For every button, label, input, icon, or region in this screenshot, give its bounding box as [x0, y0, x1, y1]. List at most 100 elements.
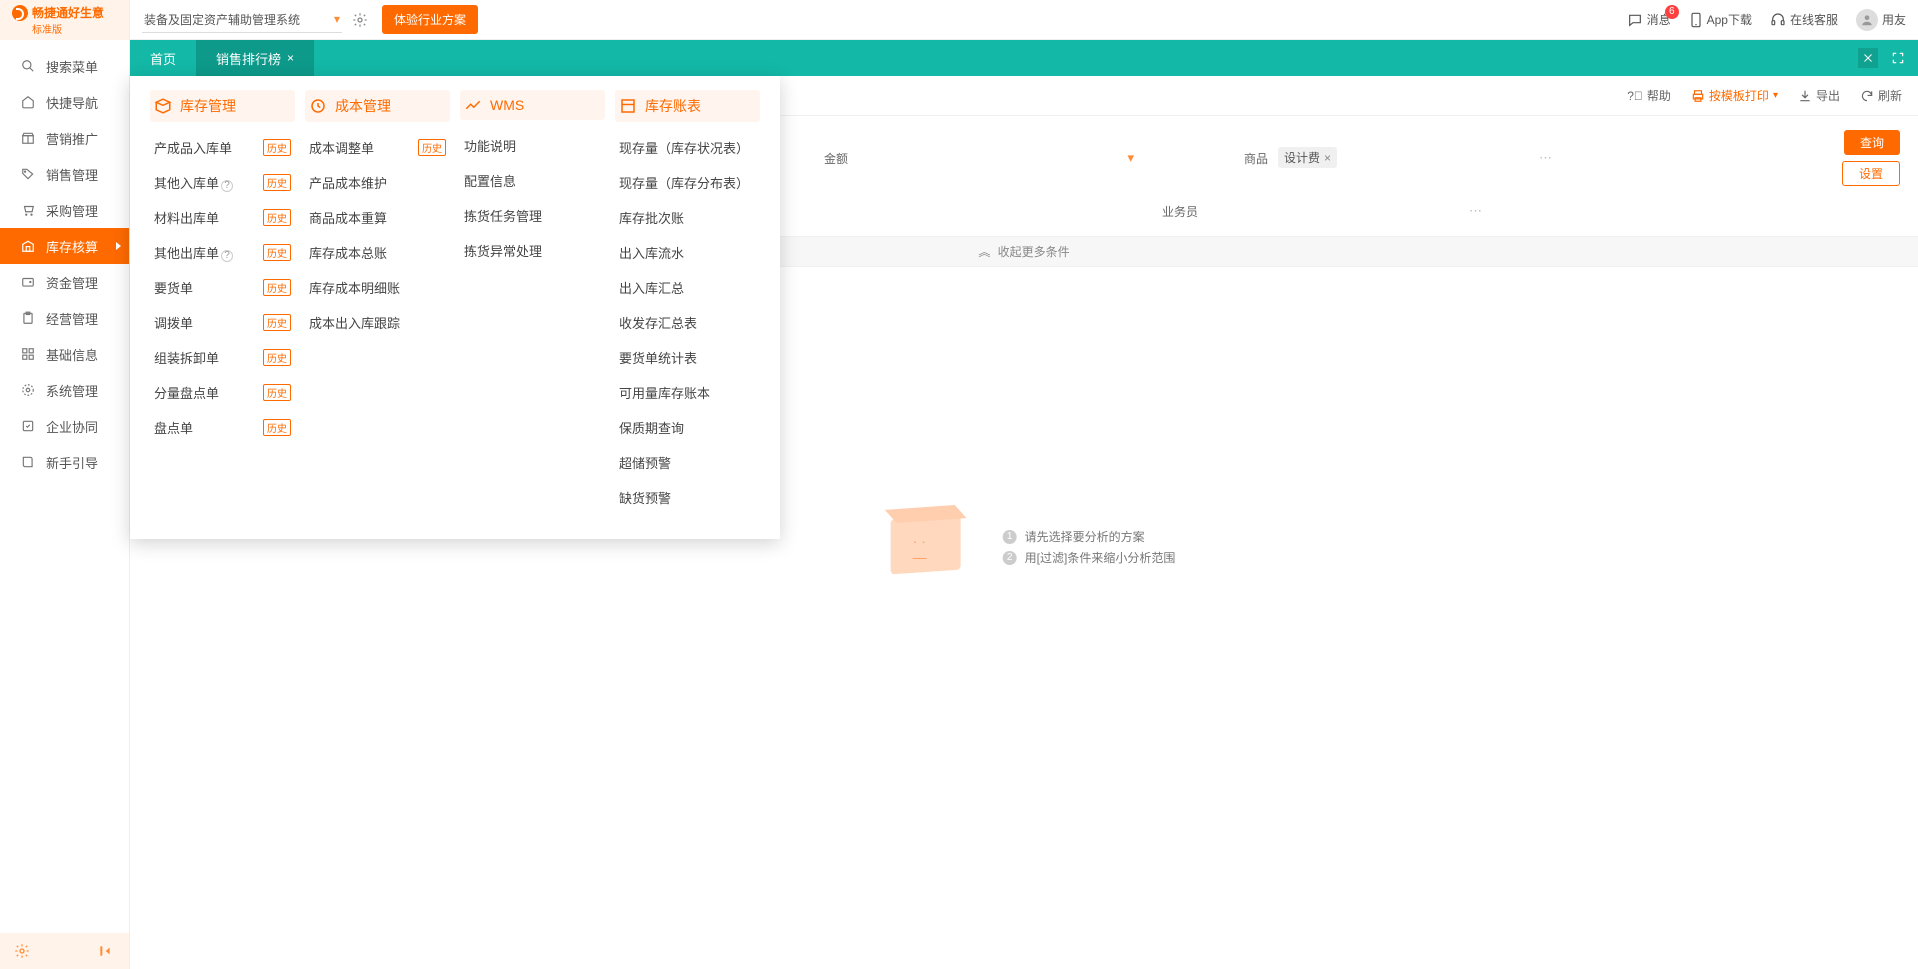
sidebar-collapse-icon[interactable]: [99, 945, 115, 957]
column-icon: [464, 96, 482, 114]
megamenu-item-label: 要货单: [154, 278, 193, 297]
search-icon: [20, 58, 36, 74]
tab-home[interactable]: 首页: [130, 40, 196, 76]
nav-label: 搜索菜单: [46, 57, 98, 76]
megamenu-item[interactable]: 组装拆卸单历史: [150, 340, 295, 375]
nav-collaboration[interactable]: 企业协同: [0, 408, 129, 444]
toolbar-refresh-label: 刷新: [1878, 87, 1902, 104]
logo-area: 畅捷通好生意 标准版: [0, 0, 129, 40]
nav-label: 资金管理: [46, 273, 98, 292]
megamenu-item[interactable]: 成本调整单历史: [305, 130, 450, 165]
print-icon: [1691, 89, 1705, 103]
megamenu-item[interactable]: 缺货预警: [615, 480, 760, 515]
megamenu-item[interactable]: 收发存汇总表: [615, 305, 760, 340]
megamenu-item[interactable]: 其他入库单?历史: [150, 165, 295, 200]
megamenu-item[interactable]: 商品成本重算: [305, 200, 450, 235]
megamenu-item[interactable]: 库存批次账: [615, 200, 760, 235]
megamenu-item[interactable]: 产成品入库单历史: [150, 130, 295, 165]
megamenu-item[interactable]: 拣货任务管理: [460, 198, 605, 233]
filter-product-input[interactable]: 设计费 × ⋯: [1278, 145, 1558, 171]
header-message[interactable]: 消息 6: [1627, 11, 1671, 28]
megamenu-item[interactable]: 超储预警: [615, 445, 760, 480]
megamenu-item-label: 组装拆卸单: [154, 348, 219, 367]
megamenu-item[interactable]: 功能说明: [460, 128, 605, 163]
megamenu-item-label: 保质期查询: [619, 418, 684, 437]
nav-label: 营销推广: [46, 129, 98, 148]
nav-marketing[interactable]: 营销推广: [0, 120, 129, 156]
nav-sales[interactable]: 销售管理: [0, 156, 129, 192]
query-button[interactable]: 查询: [1844, 130, 1900, 155]
nav-basic-info[interactable]: 基础信息: [0, 336, 129, 372]
header-gear-icon[interactable]: [352, 12, 368, 28]
megamenu-item-label: 分量盘点单: [154, 383, 219, 402]
more-icon[interactable]: ⋯: [1539, 150, 1554, 166]
header-service[interactable]: 在线客服: [1770, 11, 1838, 28]
nav-inventory[interactable]: 库存核算: [0, 228, 129, 264]
megamenu-item[interactable]: 调拨单历史: [150, 305, 295, 340]
nav-search-menu[interactable]: 搜索菜单: [0, 48, 129, 84]
megamenu-item[interactable]: 库存成本总账: [305, 235, 450, 270]
megamenu-item[interactable]: 出入库汇总: [615, 270, 760, 305]
info-icon: ?: [221, 180, 233, 192]
history-badge: 历史: [263, 314, 291, 331]
megamenu-item[interactable]: 现存量（库存状况表）: [615, 130, 760, 165]
megamenu-item[interactable]: 可用量库存账本: [615, 375, 760, 410]
message-icon: [1627, 12, 1643, 28]
toolbar-help-label: 帮助: [1647, 87, 1671, 104]
megamenu-item[interactable]: 现存量（库存分布表）: [615, 165, 760, 200]
chevron-right-icon: [116, 242, 121, 250]
megamenu-item[interactable]: 要货单统计表: [615, 340, 760, 375]
nav-guide[interactable]: 新手引导: [0, 444, 129, 480]
tab-sales-ranking[interactable]: 销售排行榜 ×: [196, 40, 314, 76]
nav-operations[interactable]: 经营管理: [0, 300, 129, 336]
nav-purchase[interactable]: 采购管理: [0, 192, 129, 228]
nav-system[interactable]: 系统管理: [0, 372, 129, 408]
megamenu-item[interactable]: 配置信息: [460, 163, 605, 198]
history-badge: 历史: [263, 244, 291, 261]
megamenu-item-label: 库存批次账: [619, 208, 684, 227]
nav-quick-nav[interactable]: 快捷导航: [0, 84, 129, 120]
megamenu-item[interactable]: 产品成本维护: [305, 165, 450, 200]
megamenu-item[interactable]: 材料出库单历史: [150, 200, 295, 235]
megamenu-item[interactable]: 分量盘点单历史: [150, 375, 295, 410]
filter-amount-input[interactable]: ▾: [858, 145, 1138, 171]
system-selector[interactable]: 装备及固定资产辅助管理系统 ▾: [142, 7, 342, 33]
megamenu-item[interactable]: 要货单历史: [150, 270, 295, 305]
megamenu-item[interactable]: 盘点单历史: [150, 410, 295, 445]
tab-close-icon[interactable]: ×: [287, 51, 294, 65]
more-icon[interactable]: ⋯: [1469, 203, 1484, 219]
megamenu-item[interactable]: 拣货异常处理: [460, 233, 605, 268]
megamenu-item[interactable]: 库存成本明细账: [305, 270, 450, 305]
filter-salesperson-input[interactable]: ⋯: [1208, 198, 1488, 224]
tag-label: 设计费: [1284, 149, 1320, 166]
megamenu-item[interactable]: 其他出库单?历史: [150, 235, 295, 270]
experience-button[interactable]: 体验行业方案: [382, 5, 478, 34]
gear-icon[interactable]: [14, 943, 30, 959]
inventory-megamenu: 库存管理产成品入库单历史其他入库单?历史材料出库单历史其他出库单?历史要货单历史…: [130, 76, 780, 539]
header-app-download[interactable]: App下载: [1689, 11, 1752, 28]
tabs-close-all-icon[interactable]: [1858, 48, 1878, 68]
megamenu-item-label: 产成品入库单: [154, 138, 232, 157]
megamenu-column-header: WMS: [460, 90, 605, 120]
megamenu-item-label: 收发存汇总表: [619, 313, 697, 332]
tag-remove-icon[interactable]: ×: [1324, 151, 1331, 165]
toolbar-template-print[interactable]: 按模板打印 ▾: [1691, 87, 1778, 104]
megamenu-item-label: 出入库流水: [619, 243, 684, 262]
chevron-down-icon: ▾: [1773, 90, 1778, 101]
toolbar-export[interactable]: 导出: [1798, 87, 1840, 104]
cart-icon: [20, 202, 36, 218]
nav-label: 销售管理: [46, 165, 98, 184]
system-selector-value: 装备及固定资产辅助管理系统: [144, 11, 300, 28]
megamenu-item[interactable]: 保质期查询: [615, 410, 760, 445]
toolbar-help[interactable]: ?⃝ 帮助: [1627, 87, 1671, 104]
filter-product-tag[interactable]: 设计费 ×: [1278, 147, 1337, 168]
megamenu-item-label: 缺货预警: [619, 488, 671, 507]
header-user[interactable]: 用友: [1856, 9, 1906, 31]
nav-funds[interactable]: 资金管理: [0, 264, 129, 300]
megamenu-item[interactable]: 成本出入库跟踪: [305, 305, 450, 340]
megamenu-item[interactable]: 出入库流水: [615, 235, 760, 270]
fullscreen-icon[interactable]: [1888, 48, 1908, 68]
settings-button[interactable]: 设置: [1842, 161, 1900, 186]
megamenu-item-label: 现存量（库存分布表）: [619, 173, 749, 192]
toolbar-refresh[interactable]: 刷新: [1860, 87, 1902, 104]
